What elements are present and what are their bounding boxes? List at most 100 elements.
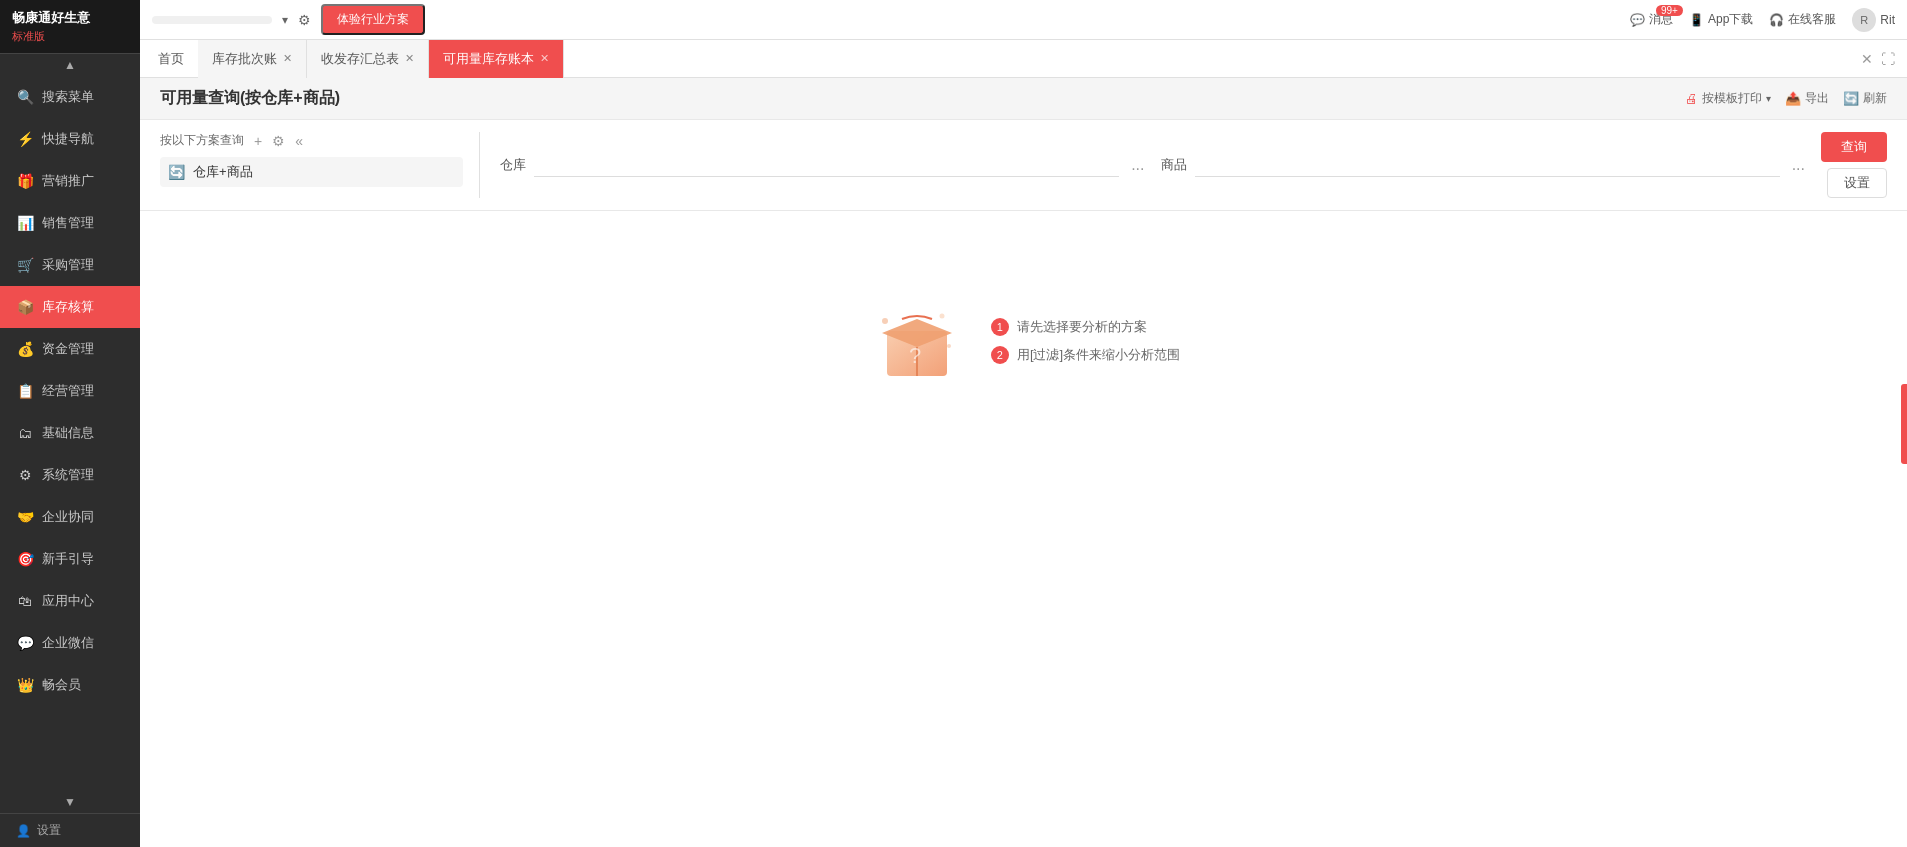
filter-title-text: 按以下方案查询 bbox=[160, 132, 244, 149]
warehouse-input[interactable] bbox=[534, 153, 1119, 177]
sidebar-label-newbie: 新手引导 bbox=[42, 550, 94, 568]
sidebar-item-finance[interactable]: 💰 资金管理 bbox=[0, 328, 140, 370]
tab-close-all-btn[interactable]: ✕ bbox=[1861, 51, 1873, 67]
sidebar-label-purchase: 采购管理 bbox=[42, 256, 94, 274]
svg-point-5 bbox=[939, 314, 944, 319]
refresh-icon: 🔄 bbox=[1843, 91, 1859, 106]
refresh-label: 刷新 bbox=[1863, 90, 1887, 107]
search-box[interactable] bbox=[152, 16, 272, 24]
filter-title-actions: + ⚙ « bbox=[252, 133, 305, 149]
sidebar-item-vip[interactable]: 👑 畅会员 bbox=[0, 664, 140, 706]
sidebar-item-wechat[interactable]: 💬 企业微信 bbox=[0, 622, 140, 664]
tab-summary[interactable]: 收发存汇总表 ✕ bbox=[307, 40, 429, 78]
sidebar-label-marketing: 营销推广 bbox=[42, 172, 94, 190]
sidebar-label-finance: 资金管理 bbox=[42, 340, 94, 358]
shortcut-nav-icon: ⚡ bbox=[16, 131, 34, 147]
sidebar-item-newbie[interactable]: 🎯 新手引导 bbox=[0, 538, 140, 580]
sidebar-item-app-center[interactable]: 🛍 应用中心 bbox=[0, 580, 140, 622]
tab-available-label: 可用量库存账本 bbox=[443, 50, 534, 68]
empty-tip-1: 1 请先选择要分析的方案 bbox=[991, 318, 1180, 336]
tab-available-close[interactable]: ✕ bbox=[540, 52, 549, 65]
goods-dots[interactable]: ... bbox=[1792, 156, 1805, 174]
sidebar-scroll-up[interactable]: ▲ bbox=[0, 54, 140, 76]
svg-point-3 bbox=[882, 318, 888, 324]
sidebar-label-search: 搜索菜单 bbox=[42, 88, 94, 106]
app-center-nav-icon: 🛍 bbox=[16, 593, 34, 609]
sidebar-item-marketing[interactable]: 🎁 营销推广 bbox=[0, 160, 140, 202]
marketing-nav-icon: 🎁 bbox=[16, 173, 34, 189]
print-dropdown-icon: ▾ bbox=[1766, 93, 1771, 104]
system-nav-icon: ⚙ bbox=[16, 467, 34, 483]
top-bar: ▾ ⚙ 体验行业方案 💬 消息 99+ 📱 App下载 🎧 在线客服 R Rit bbox=[140, 0, 1907, 40]
page-header: 可用量查询(按仓库+商品) 🖨 按模板打印 ▾ 📤 导出 🔄 刷新 bbox=[140, 78, 1907, 120]
gear-icon[interactable]: ⚙ bbox=[298, 12, 311, 28]
app-download-btn[interactable]: 📱 App下载 bbox=[1689, 11, 1753, 28]
sidebar-label-wechat: 企业微信 bbox=[42, 634, 94, 652]
sidebar-item-enterprise[interactable]: 🤝 企业协同 bbox=[0, 496, 140, 538]
filter-right: 仓库 ... 商品 ... 查询 设置 bbox=[480, 132, 1887, 198]
filter-row-1: 仓库 ... 商品 ... 查询 设置 bbox=[500, 132, 1887, 198]
filter-scheme-item[interactable]: 🔄 仓库+商品 bbox=[160, 157, 463, 187]
tab-home[interactable]: 首页 bbox=[144, 40, 198, 78]
vip-nav-icon: 👑 bbox=[16, 677, 34, 693]
user-menu[interactable]: R Rit bbox=[1852, 8, 1895, 32]
wechat-nav-icon: 💬 bbox=[16, 635, 34, 651]
message-btn[interactable]: 💬 消息 99+ bbox=[1630, 11, 1673, 28]
dropdown-icon[interactable]: ▾ bbox=[282, 13, 288, 27]
tip-text-2: 用[过滤]条件来缩小分析范围 bbox=[1017, 346, 1180, 364]
tip-number-1: 1 bbox=[991, 318, 1009, 336]
query-btn[interactable]: 查询 bbox=[1821, 132, 1887, 162]
settings-btn[interactable]: 设置 bbox=[1827, 168, 1887, 198]
tab-available[interactable]: 可用量库存账本 ✕ bbox=[429, 40, 564, 78]
sidebar-item-inventory[interactable]: 📦 库存核算 bbox=[0, 286, 140, 328]
sidebar-item-operations[interactable]: 📋 经营管理 bbox=[0, 370, 140, 412]
warehouse-dots[interactable]: ... bbox=[1131, 156, 1144, 174]
right-edge-indicator bbox=[1901, 384, 1907, 464]
filter-collapse-btn[interactable]: « bbox=[293, 133, 305, 149]
online-service-btn[interactable]: 🎧 在线客服 bbox=[1769, 11, 1836, 28]
page-header-actions: 🖨 按模板打印 ▾ 📤 导出 🔄 刷新 bbox=[1685, 90, 1887, 107]
sidebar-item-system[interactable]: ⚙ 系统管理 bbox=[0, 454, 140, 496]
sidebar-item-shortcut[interactable]: ⚡ 快捷导航 bbox=[0, 118, 140, 160]
sidebar-item-sales[interactable]: 📊 销售管理 bbox=[0, 202, 140, 244]
sidebar-label-shortcut: 快捷导航 bbox=[42, 130, 94, 148]
export-icon: 📤 bbox=[1785, 91, 1801, 106]
tab-bar-end: ✕ ⛶ bbox=[1849, 51, 1907, 67]
sidebar-label-inventory: 库存核算 bbox=[42, 298, 94, 316]
refresh-btn[interactable]: 🔄 刷新 bbox=[1843, 90, 1887, 107]
print-btn[interactable]: 🖨 按模板打印 ▾ bbox=[1685, 90, 1771, 107]
empty-tips: 1 请先选择要分析的方案 2 用[过滤]条件来缩小分析范围 bbox=[991, 318, 1180, 364]
industry-btn[interactable]: 体验行业方案 bbox=[321, 4, 425, 35]
avatar: R bbox=[1852, 8, 1876, 32]
filter-field-goods: 商品 ... bbox=[1161, 153, 1806, 177]
footer-label: 设置 bbox=[37, 822, 61, 839]
tab-expand-btn[interactable]: ⛶ bbox=[1881, 51, 1895, 67]
filter-add-btn[interactable]: + bbox=[252, 133, 264, 149]
tab-batch[interactable]: 库存批次账 ✕ bbox=[198, 40, 307, 78]
print-icon: 🖨 bbox=[1685, 91, 1698, 106]
scheme-label: 仓库+商品 bbox=[193, 163, 253, 181]
operations-nav-icon: 📋 bbox=[16, 383, 34, 399]
tab-batch-close[interactable]: ✕ bbox=[283, 52, 292, 65]
sidebar-item-purchase[interactable]: 🛒 采购管理 bbox=[0, 244, 140, 286]
sidebar-label-app-center: 应用中心 bbox=[42, 592, 94, 610]
sidebar-label-vip: 畅会员 bbox=[42, 676, 81, 694]
sidebar-item-basic-info[interactable]: 🗂 基础信息 bbox=[0, 412, 140, 454]
export-btn[interactable]: 📤 导出 bbox=[1785, 90, 1829, 107]
sidebar-footer[interactable]: 👤 设置 bbox=[0, 813, 140, 847]
sidebar-nav: 🔍 搜索菜单 ⚡ 快捷导航 🎁 营销推广 📊 销售管理 🛒 采购管理 📦 库存核… bbox=[0, 76, 140, 791]
filter-settings-btn[interactable]: ⚙ bbox=[270, 133, 287, 149]
filter-title: 按以下方案查询 + ⚙ « bbox=[160, 132, 463, 149]
company-name: 畅康通好生意 bbox=[12, 10, 128, 27]
goods-input[interactable] bbox=[1195, 153, 1780, 177]
tab-bar: 首页 库存批次账 ✕ 收发存汇总表 ✕ 可用量库存账本 ✕ ✕ ⛶ bbox=[140, 40, 1907, 78]
service-label: 在线客服 bbox=[1788, 11, 1836, 28]
finance-nav-icon: 💰 bbox=[16, 341, 34, 357]
main-area: ▾ ⚙ 体验行业方案 💬 消息 99+ 📱 App下载 🎧 在线客服 R Rit bbox=[140, 0, 1907, 847]
tab-summary-close[interactable]: ✕ bbox=[405, 52, 414, 65]
svg-text:?: ? bbox=[909, 343, 921, 368]
filter-action-buttons: 查询 设置 bbox=[1821, 132, 1887, 198]
filter-area: 按以下方案查询 + ⚙ « 🔄 仓库+商品 仓库 bbox=[140, 120, 1907, 211]
sidebar-item-search[interactable]: 🔍 搜索菜单 bbox=[0, 76, 140, 118]
sidebar-scroll-down[interactable]: ▼ bbox=[0, 791, 140, 813]
